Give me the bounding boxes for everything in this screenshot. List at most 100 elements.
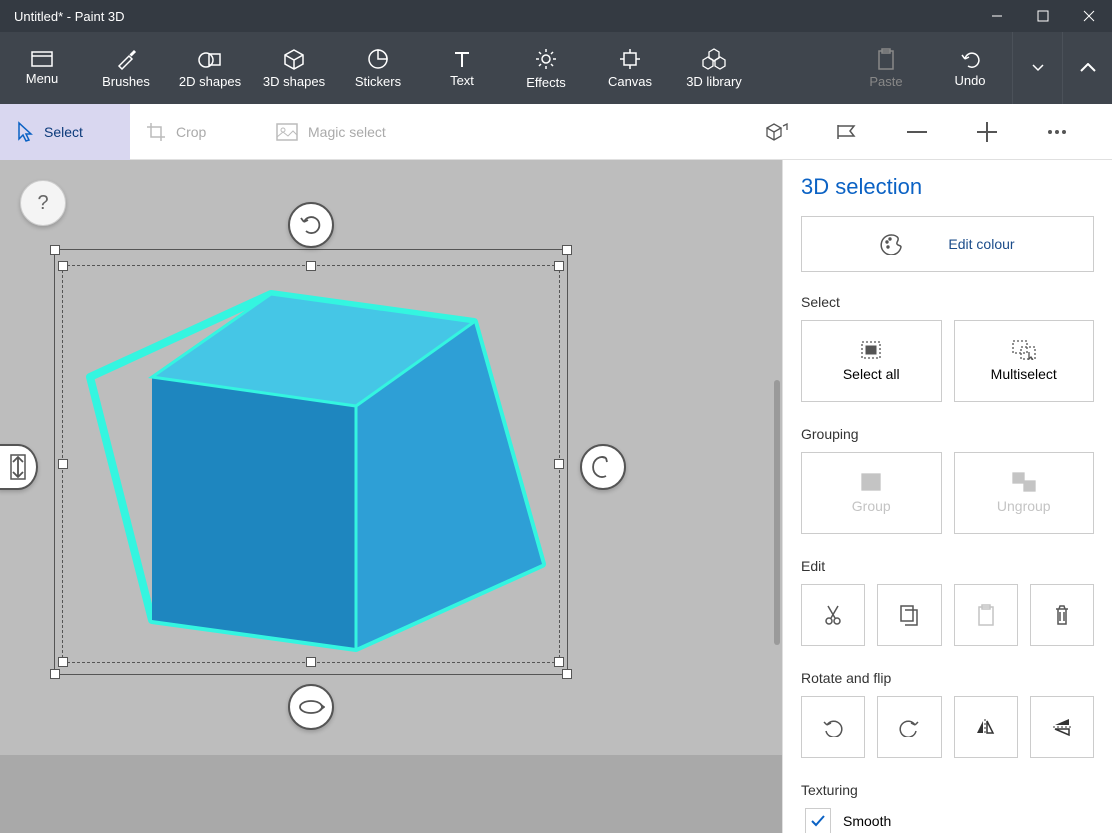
cut-button[interactable] [801,584,865,646]
history-dropdown[interactable] [1012,32,1062,104]
crop-label: Crop [176,124,206,140]
check-icon [810,814,826,828]
brushes-button[interactable]: Brushes [84,32,168,104]
rotate-cw-button[interactable] [877,696,941,758]
ungroup-label: Ungroup [997,498,1051,514]
smooth-label: Smooth [843,813,891,829]
handle-top-right[interactable] [562,245,572,255]
delete-icon [1053,604,1071,626]
handle-inner-tl[interactable] [58,261,68,271]
flip-horizontal-button[interactable] [954,696,1018,758]
rotate-y-handle[interactable] [580,444,626,490]
select-tool-button[interactable]: Select [0,104,130,160]
menu-icon [31,51,53,67]
handle-inner-bl[interactable] [58,657,68,667]
paste-button: Paste [844,32,928,104]
help-badge[interactable]: ? [20,180,66,226]
palette-icon [880,233,904,255]
minus-icon [907,130,927,134]
undo-label: Undo [954,73,985,88]
handle-inner-bottom[interactable] [306,657,316,667]
menu-label: Menu [26,71,59,86]
text-label: Text [450,73,474,88]
handle-bottom-left[interactable] [50,669,60,679]
3d-view-button[interactable] [762,117,792,147]
collapse-panel-button[interactable] [1062,32,1112,104]
undo-button[interactable]: Undo [928,32,1012,104]
chevron-down-icon [1032,64,1044,72]
rotate-z-icon [299,213,323,237]
more-icon [1047,129,1067,135]
handle-inner-right[interactable] [554,459,564,469]
2d-shapes-icon [198,48,222,70]
cursor-icon [16,121,34,143]
text-icon [452,49,472,69]
scrollbar[interactable] [774,380,780,645]
brush-icon [115,48,137,70]
group-icon [860,472,882,492]
plus-icon [977,122,997,142]
canvas-label: Canvas [608,74,652,89]
chevron-up-icon [1080,63,1096,73]
select-all-icon [860,340,882,360]
handle-inner-top[interactable] [306,261,316,271]
handle-inner-left[interactable] [58,459,68,469]
zoom-in-button[interactable] [972,117,1002,147]
ungroup-icon [1012,472,1036,492]
canvas-floor [0,755,782,833]
paste-panel-icon [977,604,995,626]
effects-icon [534,47,558,71]
flag-icon [836,123,858,141]
zoom-out-button[interactable] [902,117,932,147]
stickers-icon [367,48,389,70]
perspective-button[interactable] [832,117,862,147]
canvas-button[interactable]: Canvas [588,32,672,104]
grouping-section-label: Grouping [801,426,1094,442]
3d-library-button[interactable]: 3D library [672,32,756,104]
handle-inner-tr[interactable] [554,261,564,271]
edit-colour-button[interactable]: Edit colour [801,216,1094,272]
multiselect-button[interactable]: Multiselect [954,320,1095,402]
rotate-x-handle[interactable] [288,684,334,730]
canvas-viewport[interactable]: ? [0,160,782,833]
multiselect-icon [1012,340,1036,360]
cut-icon [824,604,842,626]
effects-button[interactable]: Effects [504,32,588,104]
copy-button[interactable] [877,584,941,646]
handle-bottom-right[interactable] [562,669,572,679]
selection-inner-box[interactable] [62,265,560,663]
close-button[interactable] [1066,0,1112,32]
minimize-button[interactable] [974,0,1020,32]
side-panel: 3D selection Edit colour Select Select a… [782,160,1112,833]
flip-vertical-button[interactable] [1030,696,1094,758]
crop-icon [146,122,166,142]
handle-top-left[interactable] [50,245,60,255]
smooth-checkbox[interactable] [805,808,831,833]
select-all-button[interactable]: Select all [801,320,942,402]
stickers-button[interactable]: Stickers [336,32,420,104]
3d-view-icon [766,123,788,141]
rotate-ccw-icon [822,717,844,737]
rotate-z-handle[interactable] [288,202,334,248]
3d-shapes-button[interactable]: 3D shapes [252,32,336,104]
undo-icon [959,49,981,69]
paste-button-panel [954,584,1018,646]
rotate-ccw-button[interactable] [801,696,865,758]
group-button: Group [801,452,942,534]
3d-library-label: 3D library [686,74,742,89]
flip-v-icon [1051,717,1073,737]
text-button[interactable]: Text [420,32,504,104]
delete-button[interactable] [1030,584,1094,646]
multiselect-label: Multiselect [991,366,1057,382]
move-z-icon [7,454,29,480]
edit-section-label: Edit [801,558,1094,574]
maximize-button[interactable] [1020,0,1066,32]
2d-shapes-button[interactable]: 2D shapes [168,32,252,104]
select-section-label: Select [801,294,1094,310]
menu-button[interactable]: Menu [0,32,84,104]
rotate-flip-section-label: Rotate and flip [801,670,1094,686]
more-button[interactable] [1042,117,1072,147]
move-z-handle[interactable] [0,444,38,490]
stickers-label: Stickers [355,74,401,89]
handle-inner-br[interactable] [554,657,564,667]
